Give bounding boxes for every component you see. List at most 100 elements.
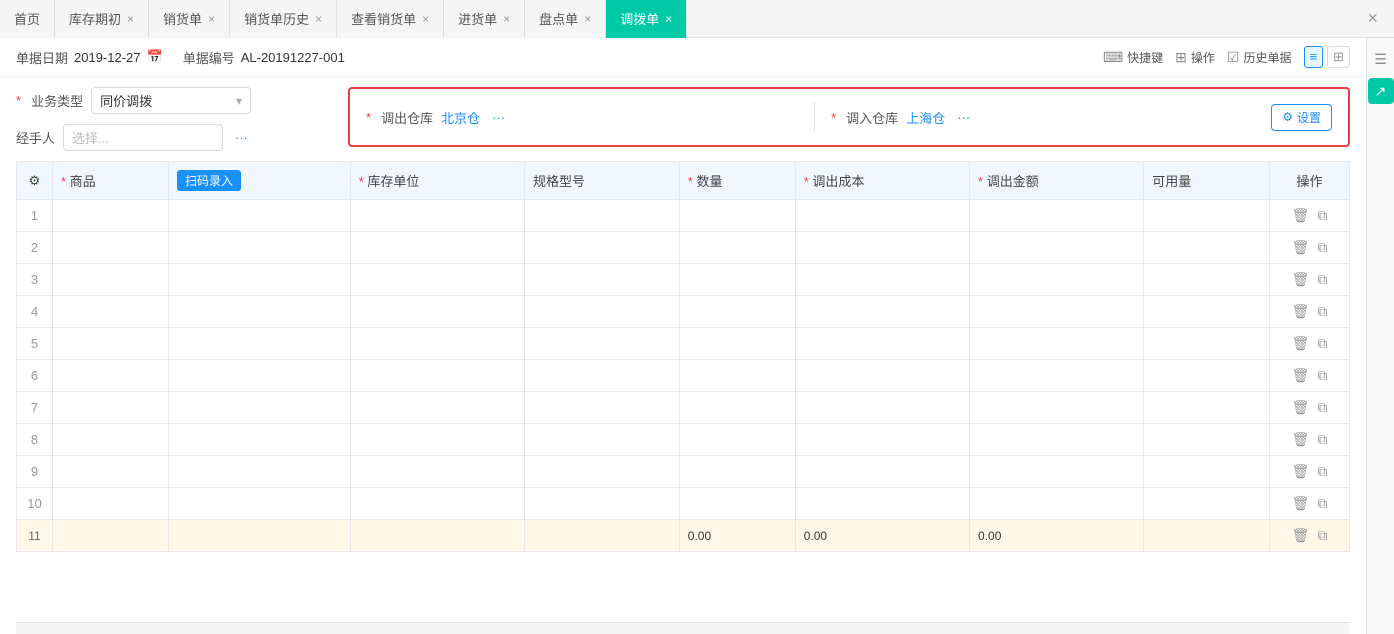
amount-cell-7[interactable] xyxy=(795,392,969,424)
sidebar-list-icon[interactable]: ☰ xyxy=(1370,48,1392,70)
amount-cell-10[interactable] xyxy=(795,488,969,520)
unit-cell-7[interactable] xyxy=(168,392,350,424)
amount-cell-4[interactable] xyxy=(795,296,969,328)
delete-icon-8[interactable]: 🗑 xyxy=(1292,431,1310,448)
available-cell-7[interactable] xyxy=(970,392,1144,424)
available-cell-5[interactable] xyxy=(970,328,1144,360)
available-cell-6[interactable] xyxy=(970,360,1144,392)
tab-close-sales-history[interactable]: × xyxy=(315,12,322,26)
actions-button[interactable]: ⊞ 操作 xyxy=(1175,49,1215,66)
qty-cell-8[interactable] xyxy=(524,424,679,456)
warehouse-out-more-button[interactable]: ··· xyxy=(492,110,505,125)
tab-sales-history[interactable]: 销货单历史 × xyxy=(230,0,337,38)
copy-icon-8[interactable]: ⧉ xyxy=(1317,431,1327,448)
grid-view-icon[interactable]: ⊞ xyxy=(1327,46,1350,68)
spec-cell-9[interactable] xyxy=(350,456,524,488)
unit-cell-8[interactable] xyxy=(168,424,350,456)
unit-cell-4[interactable] xyxy=(168,296,350,328)
amount-cell-1[interactable] xyxy=(795,200,969,232)
available-cell-10[interactable] xyxy=(970,488,1144,520)
copy-icon-9[interactable]: ⧉ xyxy=(1317,463,1327,480)
unit-cell-6[interactable] xyxy=(168,360,350,392)
qty-cell-9[interactable] xyxy=(524,456,679,488)
qty-cell-10[interactable] xyxy=(524,488,679,520)
cost-cell-2[interactable] xyxy=(679,232,795,264)
product-cell-8[interactable] xyxy=(53,424,169,456)
tab-inventory-check[interactable]: 盘点单 × xyxy=(525,0,606,38)
delete-icon-4[interactable]: 🗑 xyxy=(1292,303,1310,320)
cost-cell-6[interactable] xyxy=(679,360,795,392)
available-cell-8[interactable] xyxy=(970,424,1144,456)
warehouse-in-more-button[interactable]: ··· xyxy=(957,110,970,125)
product-cell-7[interactable] xyxy=(53,392,169,424)
delete-icon-6[interactable]: 🗑 xyxy=(1292,367,1310,384)
product-cell-3[interactable] xyxy=(53,264,169,296)
copy-icon-6[interactable]: ⧉ xyxy=(1317,367,1327,384)
shortcuts-button[interactable]: ⌨ 快捷键 xyxy=(1103,49,1163,66)
delete-icon-10[interactable]: 🗑 xyxy=(1292,495,1310,512)
cost-cell-8[interactable] xyxy=(679,424,795,456)
qty-cell-4[interactable] xyxy=(524,296,679,328)
delete-icon-5[interactable]: 🗑 xyxy=(1292,335,1310,352)
delete-icon-7[interactable]: 🗑 xyxy=(1292,399,1310,416)
copy-icon-2[interactable]: ⧉ xyxy=(1317,239,1327,256)
scan-input-button[interactable]: 扫码录入 xyxy=(177,170,241,191)
close-panel-button[interactable]: × xyxy=(1359,8,1386,29)
tab-sales-order[interactable]: 销货单 × xyxy=(149,0,230,38)
tab-close-view-sales[interactable]: × xyxy=(422,12,429,26)
copy-icon-4[interactable]: ⧉ xyxy=(1317,303,1327,320)
available-cell-3[interactable] xyxy=(970,264,1144,296)
operator-select[interactable]: 选择... xyxy=(63,124,223,151)
available-cell-4[interactable] xyxy=(970,296,1144,328)
product-cell-6[interactable] xyxy=(53,360,169,392)
product-cell-4[interactable] xyxy=(53,296,169,328)
available-cell-1[interactable] xyxy=(970,200,1144,232)
unit-cell-1[interactable] xyxy=(168,200,350,232)
unit-cell-10[interactable] xyxy=(168,488,350,520)
unit-cell-2[interactable] xyxy=(168,232,350,264)
unit-cell-5[interactable] xyxy=(168,328,350,360)
product-cell-10[interactable] xyxy=(53,488,169,520)
amount-cell-6[interactable] xyxy=(795,360,969,392)
amount-cell-9[interactable] xyxy=(795,456,969,488)
unit-cell-9[interactable] xyxy=(168,456,350,488)
qty-cell-3[interactable] xyxy=(524,264,679,296)
cost-cell-9[interactable] xyxy=(679,456,795,488)
delete-icon-9[interactable]: 🗑 xyxy=(1292,463,1310,480)
cost-cell-10[interactable] xyxy=(679,488,795,520)
spec-cell-10[interactable] xyxy=(350,488,524,520)
copy-icon-11[interactable]: ⧉ xyxy=(1317,527,1327,544)
unit-cell-3[interactable] xyxy=(168,264,350,296)
tab-close-transfer[interactable]: × xyxy=(665,12,672,26)
spec-cell-8[interactable] xyxy=(350,424,524,456)
tab-close-inventory-check[interactable]: × xyxy=(584,12,591,26)
spec-cell-2[interactable] xyxy=(350,232,524,264)
spec-cell-6[interactable] xyxy=(350,360,524,392)
cost-cell-3[interactable] xyxy=(679,264,795,296)
tab-close-purchase[interactable]: × xyxy=(503,12,510,26)
table-scroll-footer[interactable] xyxy=(16,622,1350,634)
operator-more-button[interactable]: ··· xyxy=(235,130,248,145)
qty-cell-6[interactable] xyxy=(524,360,679,392)
delete-icon-2[interactable]: 🗑 xyxy=(1292,239,1310,256)
biz-type-select[interactable]: 同价调拨 ▾ xyxy=(91,87,251,114)
spec-cell-5[interactable] xyxy=(350,328,524,360)
product-cell-9[interactable] xyxy=(53,456,169,488)
product-cell-1[interactable] xyxy=(53,200,169,232)
cost-cell-7[interactable] xyxy=(679,392,795,424)
delete-icon-1[interactable]: 🗑 xyxy=(1292,207,1310,224)
copy-icon-7[interactable]: ⧉ xyxy=(1317,399,1327,416)
delete-icon-3[interactable]: 🗑 xyxy=(1292,271,1310,288)
tab-home[interactable]: 首页 xyxy=(0,0,55,38)
cost-cell-5[interactable] xyxy=(679,328,795,360)
spec-cell-7[interactable] xyxy=(350,392,524,424)
copy-icon-1[interactable]: ⧉ xyxy=(1317,207,1327,224)
qty-cell-1[interactable] xyxy=(524,200,679,232)
available-cell-9[interactable] xyxy=(970,456,1144,488)
col-settings[interactable]: ⚙ xyxy=(17,162,53,200)
sidebar-export-icon[interactable]: ↗ xyxy=(1368,78,1394,104)
settings-button[interactable]: ⚙ 设置 xyxy=(1271,104,1332,131)
list-view-icon[interactable]: ≡ xyxy=(1304,46,1324,68)
tab-inventory-init[interactable]: 库存期初 × xyxy=(55,0,149,38)
copy-icon-10[interactable]: ⧉ xyxy=(1317,495,1327,512)
